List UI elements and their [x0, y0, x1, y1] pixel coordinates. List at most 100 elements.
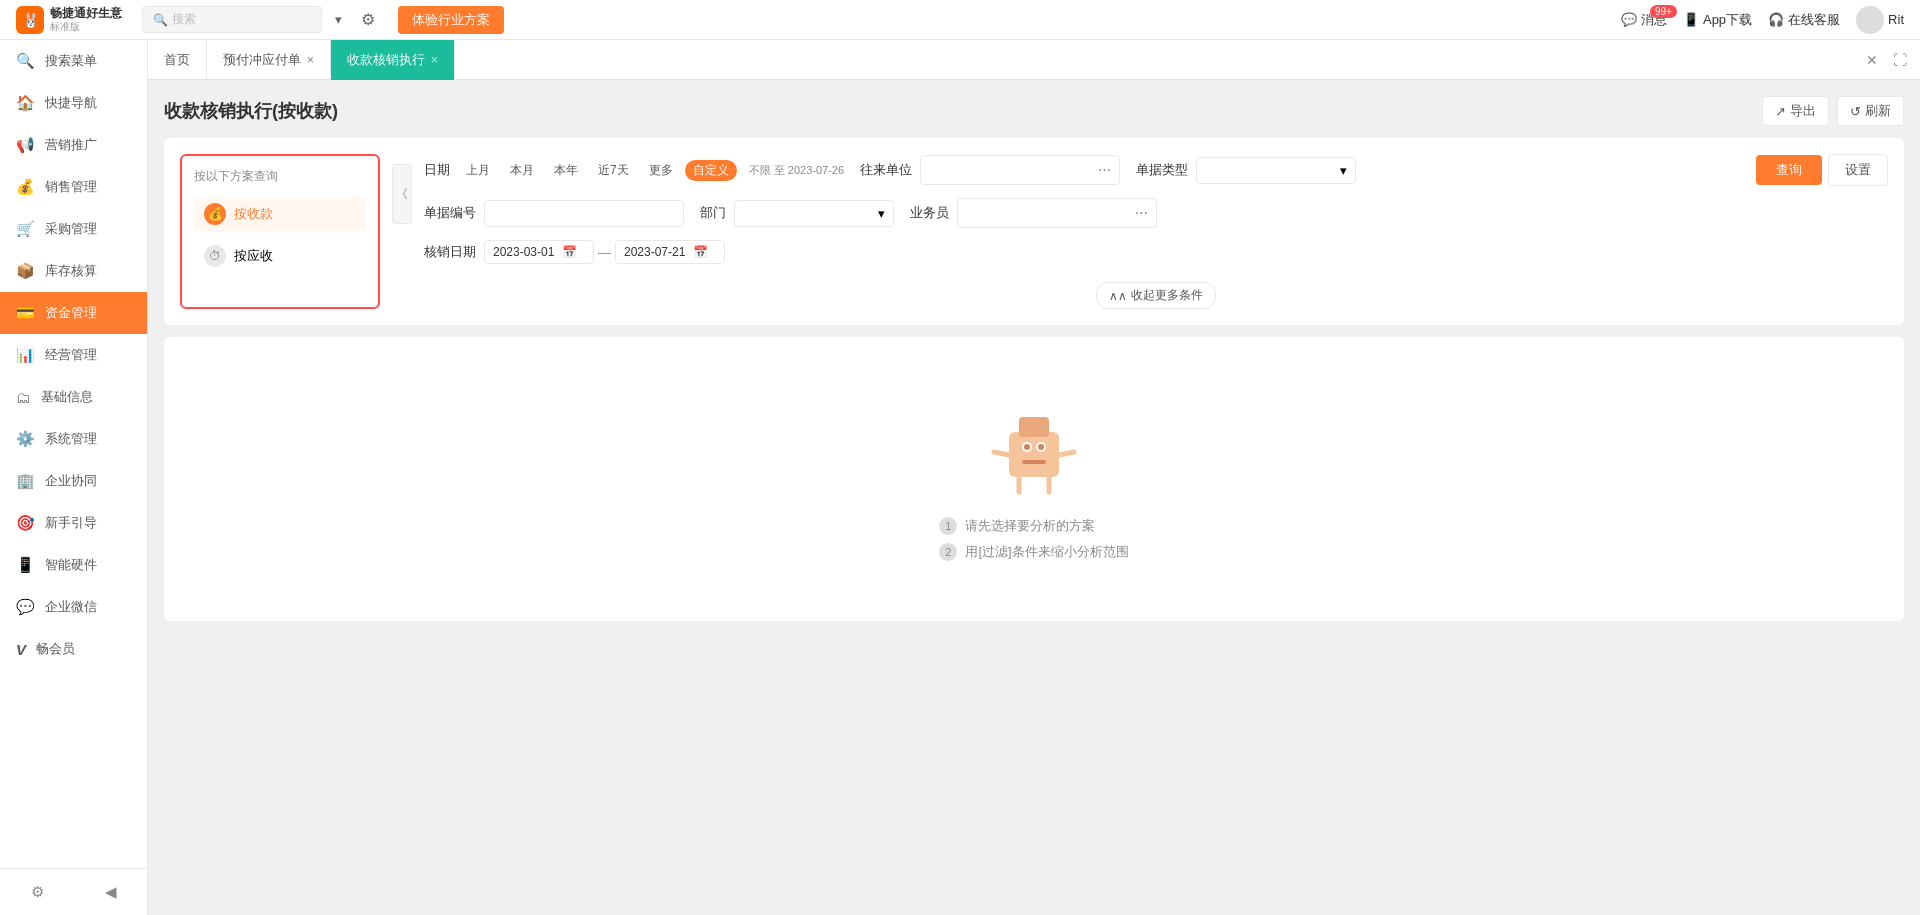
industry-btn[interactable]: 体验行业方案: [398, 6, 504, 34]
sidebar-label-hardware: 智能硬件: [45, 556, 97, 574]
sidebar-item-sales[interactable]: 💰 销售管理: [0, 166, 147, 208]
dept-select[interactable]: ▾: [734, 200, 894, 227]
settings-btn[interactable]: 设置: [1828, 154, 1888, 186]
sidebar-item-marketing[interactable]: 📢 营销推广: [0, 124, 147, 166]
dropdown-icon[interactable]: ▾: [330, 12, 346, 28]
settings-bottom-btn[interactable]: ⚙: [21, 877, 54, 907]
maximize-btn[interactable]: ⛶: [1888, 48, 1912, 72]
empty-tip-2-text: 用[过滤]条件来缩小分析范围: [965, 543, 1128, 561]
tab-prepay-close[interactable]: ×: [307, 53, 314, 67]
search-box[interactable]: 🔍 搜索: [142, 6, 322, 33]
sidebar-item-search[interactable]: 🔍 搜索菜单: [0, 40, 147, 82]
tab-prepay[interactable]: 预付冲应付单 ×: [207, 40, 331, 80]
page-header: 收款核销执行(按收款) ↗ 导出 ↺ 刷新: [164, 96, 1904, 126]
staff-more-btn[interactable]: ···: [1135, 204, 1148, 222]
sidebar-item-hardware[interactable]: 📱 智能硬件: [0, 544, 147, 586]
chevron-down-icon: ▾: [1340, 163, 1347, 178]
verify-date-end-input[interactable]: 2023-07-21 📅: [615, 240, 725, 264]
empty-illustration: [984, 397, 1084, 497]
download-icon: 📱: [1683, 12, 1699, 27]
user-info[interactable]: Rit: [1856, 6, 1904, 34]
sidebar-label-member: 畅会员: [36, 640, 75, 658]
svg-point-4: [1024, 444, 1030, 450]
tab-collection-label: 收款核销执行: [347, 51, 425, 69]
wechat-icon: 💬: [16, 598, 35, 616]
main-layout: 🔍 搜索菜单 🏠 快捷导航 📢 营销推广 💰 销售管理 🛒 采购管理 📦 库存核…: [0, 40, 1920, 915]
empty-tip-1-text: 请先选择要分析的方案: [965, 517, 1095, 535]
guide-icon: 🎯: [16, 514, 35, 532]
filter-form: 日期 上月 本月 本年 近7天 更多 自定义 不限 至 2023-07-26: [424, 154, 1888, 276]
tab-home[interactable]: 首页: [148, 40, 207, 80]
staff-input[interactable]: ···: [957, 198, 1157, 228]
service-icon: 🎧: [1768, 12, 1784, 27]
export-btn[interactable]: ↗ 导出: [1762, 96, 1829, 126]
tab-collection-close[interactable]: ×: [431, 53, 438, 67]
query-btn[interactable]: 查询: [1756, 155, 1822, 185]
receivable-option-icon: ⏱: [204, 245, 226, 267]
collection-option-label: 按收款: [234, 205, 273, 223]
filter-left-title: 按以下方案查询: [194, 168, 366, 185]
tab-collection[interactable]: 收款核销执行 ×: [331, 40, 455, 80]
doc-no-input[interactable]: [484, 200, 684, 227]
sidebar-item-finance[interactable]: 💳 资金管理: [0, 292, 147, 334]
collapse-sidebar-btn[interactable]: ◀: [95, 877, 127, 907]
date-tag-custom[interactable]: 自定义: [685, 160, 737, 181]
counterpart-more-btn[interactable]: ···: [1098, 161, 1111, 179]
date-tag-this-month[interactable]: 本月: [502, 160, 542, 181]
hardware-icon: 📱: [16, 556, 35, 574]
sidebar-label-marketing: 营销推广: [45, 136, 97, 154]
filter-option-by-collection[interactable]: 💰 按收款: [194, 197, 366, 231]
refresh-icon: ↺: [1850, 104, 1861, 119]
app-download-btn[interactable]: 📱 App下载: [1683, 11, 1752, 29]
svg-line-7: [994, 452, 1009, 455]
sidebar-item-wechat[interactable]: 💬 企业微信: [0, 586, 147, 628]
gear-icon[interactable]: ⚙: [354, 6, 382, 34]
content-area: 首页 预付冲应付单 × 收款核销执行 × ✕ ⛶ 收款核销执行(按收款): [148, 40, 1920, 915]
doc-type-select[interactable]: ▾: [1196, 157, 1356, 184]
date-tag-last-month[interactable]: 上月: [458, 160, 498, 181]
verify-date-field: 核销日期 2023-03-01 📅 — 2023-07-21: [424, 240, 725, 264]
date-field: 日期 上月 本月 本年 近7天 更多 自定义 不限 至 2023-07-26: [424, 160, 844, 181]
sidebar-item-quick-nav[interactable]: 🏠 快捷导航: [0, 82, 147, 124]
date-tag-this-year[interactable]: 本年: [546, 160, 586, 181]
sidebar-item-operations[interactable]: 📊 经营管理: [0, 334, 147, 376]
customer-service-btn[interactable]: 🎧 在线客服: [1768, 11, 1840, 29]
verify-date-end-value: 2023-07-21: [624, 245, 685, 259]
search-menu-icon: 🔍: [16, 52, 35, 70]
calendar-end-icon[interactable]: 📅: [693, 245, 708, 259]
more-conditions-label: 收起更多条件: [1131, 287, 1203, 304]
date-tag-more[interactable]: 更多: [641, 160, 681, 181]
date-tag-7days[interactable]: 近7天: [590, 160, 637, 181]
filter-option-by-receivable[interactable]: ⏱ 按应收: [194, 239, 366, 273]
counterpart-input[interactable]: ···: [920, 155, 1120, 185]
tip-num-1: 1: [939, 517, 957, 535]
top-bar: 🐰 畅捷通好生意 标准版 🔍 搜索 ▾ ⚙ 体验行业方案 💬 消息 99+ 📱 …: [0, 0, 1920, 40]
sidebar-item-enterprise[interactable]: 🏢 企业协同: [0, 460, 147, 502]
sidebar-item-purchase[interactable]: 🛒 采购管理: [0, 208, 147, 250]
sidebar-item-guide[interactable]: 🎯 新手引导: [0, 502, 147, 544]
sales-icon: 💰: [16, 178, 35, 196]
sidebar-item-member[interactable]: V 畅会员: [0, 628, 147, 670]
app-download-label: App下载: [1703, 11, 1752, 29]
sidebar-item-basic[interactable]: 🗂 基础信息: [0, 376, 147, 418]
doc-no-label: 单据编号: [424, 204, 476, 222]
sidebar-item-system[interactable]: ⚙️ 系统管理: [0, 418, 147, 460]
refresh-btn[interactable]: ↺ 刷新: [1837, 96, 1904, 126]
filter-row-3: 核销日期 2023-03-01 📅 — 2023-07-21: [424, 240, 1888, 264]
sidebar-label-search: 搜索菜单: [45, 52, 97, 70]
avatar: [1856, 6, 1884, 34]
sidebar-item-inventory[interactable]: 📦 库存核算: [0, 250, 147, 292]
dept-label: 部门: [700, 204, 726, 222]
sidebar-bottom: ⚙ ◀: [0, 868, 147, 915]
calendar-icon[interactable]: 📅: [562, 245, 577, 259]
marketing-icon: 📢: [16, 136, 35, 154]
brand-icon: 🐰: [16, 6, 44, 34]
verify-date-start-input[interactable]: 2023-03-01 📅: [484, 240, 594, 264]
close-window-btn[interactable]: ✕: [1860, 48, 1884, 72]
collapse-filter-btn[interactable]: 《: [392, 164, 412, 224]
messages-btn[interactable]: 💬 消息 99+: [1621, 11, 1667, 29]
counterpart-label: 往来单位: [860, 161, 912, 179]
sidebar-label-finance: 资金管理: [45, 304, 97, 322]
sidebar-label-wechat: 企业微信: [45, 598, 97, 616]
more-conditions-btn[interactable]: ∧∧ 收起更多条件: [1096, 282, 1216, 309]
